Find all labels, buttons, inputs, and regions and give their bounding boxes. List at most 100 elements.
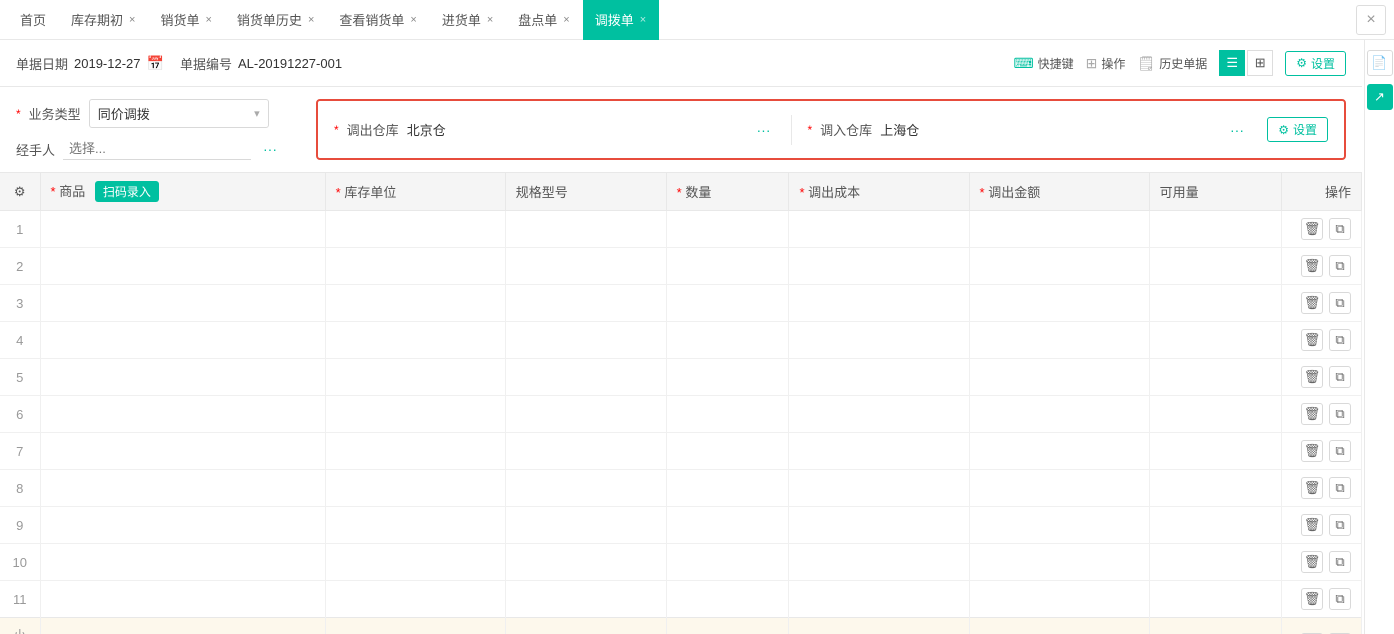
row-unit-10[interactable] <box>325 544 505 581</box>
delete-row-4-button[interactable]: 🗑 <box>1301 329 1323 351</box>
tab-view-sales[interactable]: 查看销货单 × <box>327 0 429 40</box>
row-unit-1[interactable] <box>325 211 505 248</box>
tab-transfer[interactable]: 调拨单 × <box>583 0 659 40</box>
row-cost-5[interactable] <box>789 359 969 396</box>
row-spec-8[interactable] <box>505 470 666 507</box>
sidebar-export-button[interactable]: ↗ <box>1367 84 1393 110</box>
settings-button[interactable]: ⚙ 设置 <box>1285 51 1346 76</box>
row-amount-2[interactable] <box>969 248 1149 285</box>
row-available-9[interactable] <box>1149 507 1281 544</box>
row-product-9[interactable] <box>40 507 325 544</box>
copy-row-6-button[interactable]: ⧉ <box>1329 403 1351 425</box>
calendar-icon[interactable]: 📅 <box>147 55 164 72</box>
row-available-1[interactable] <box>1149 211 1281 248</box>
copy-row-11-button[interactable]: ⧉ <box>1329 588 1351 610</box>
row-product-4[interactable] <box>40 322 325 359</box>
row-cost-10[interactable] <box>789 544 969 581</box>
row-unit-11[interactable] <box>325 581 505 618</box>
tab-stocktake-close[interactable]: × <box>563 14 569 26</box>
row-available-8[interactable] <box>1149 470 1281 507</box>
warehouse-settings-button[interactable]: ⚙ 设置 <box>1267 117 1328 142</box>
tab-home[interactable]: 首页 <box>8 0 59 40</box>
operations-button[interactable]: ⊞ 操作 <box>1086 55 1126 72</box>
row-amount-7[interactable] <box>969 433 1149 470</box>
delete-row-2-button[interactable]: 🗑 <box>1301 255 1323 277</box>
row-qty-5[interactable] <box>666 359 789 396</box>
row-amount-8[interactable] <box>969 470 1149 507</box>
row-product-8[interactable] <box>40 470 325 507</box>
row-qty-3[interactable] <box>666 285 789 322</box>
row-available-7[interactable] <box>1149 433 1281 470</box>
row-cost-4[interactable] <box>789 322 969 359</box>
tab-purchase[interactable]: 进货单 × <box>430 0 506 40</box>
row-product-3[interactable] <box>40 285 325 322</box>
row-product-7[interactable] <box>40 433 325 470</box>
row-available-5[interactable] <box>1149 359 1281 396</box>
row-amount-10[interactable] <box>969 544 1149 581</box>
row-qty-10[interactable] <box>666 544 789 581</box>
out-warehouse-more-button[interactable]: ··· <box>753 122 775 138</box>
copy-row-8-button[interactable]: ⧉ <box>1329 477 1351 499</box>
in-warehouse-more-button[interactable]: ··· <box>1226 122 1248 138</box>
row-available-10[interactable] <box>1149 544 1281 581</box>
row-cost-9[interactable] <box>789 507 969 544</box>
row-qty-6[interactable] <box>666 396 789 433</box>
row-amount-3[interactable] <box>969 285 1149 322</box>
biz-type-select[interactable]: 同价调拨 ▾ <box>89 99 269 128</box>
delete-row-6-button[interactable]: 🗑 <box>1301 403 1323 425</box>
row-spec-2[interactable] <box>505 248 666 285</box>
row-unit-4[interactable] <box>325 322 505 359</box>
tab-sales-order[interactable]: 销货单 × <box>148 0 224 40</box>
row-amount-6[interactable] <box>969 396 1149 433</box>
delete-row-11-button[interactable]: 🗑 <box>1301 588 1323 610</box>
tab-purchase-close[interactable]: × <box>487 14 493 26</box>
table-scroll-area[interactable]: ⚙ * 商品 扫码录入 * 库存单位 规格型号 * 数量 <box>0 173 1362 634</box>
row-available-3[interactable] <box>1149 285 1281 322</box>
list-view-button[interactable]: ☰ <box>1219 50 1245 76</box>
row-qty-2[interactable] <box>666 248 789 285</box>
row-unit-3[interactable] <box>325 285 505 322</box>
grid-view-button[interactable]: ⊞ <box>1247 50 1273 76</box>
row-product-11[interactable] <box>40 581 325 618</box>
row-cost-2[interactable] <box>789 248 969 285</box>
row-cost-6[interactable] <box>789 396 969 433</box>
copy-row-7-button[interactable]: ⧉ <box>1329 440 1351 462</box>
row-cost-11[interactable] <box>789 581 969 618</box>
row-amount-11[interactable] <box>969 581 1149 618</box>
settings-icon[interactable]: ⚙ <box>14 184 26 199</box>
row-amount-9[interactable] <box>969 507 1149 544</box>
row-qty-4[interactable] <box>666 322 789 359</box>
row-cost-7[interactable] <box>789 433 969 470</box>
tab-inventory-init[interactable]: 库存期初 × <box>59 0 148 40</box>
row-spec-1[interactable] <box>505 211 666 248</box>
row-cost-1[interactable] <box>789 211 969 248</box>
tab-stocktake[interactable]: 盘点单 × <box>506 0 582 40</box>
row-spec-4[interactable] <box>505 322 666 359</box>
row-qty-8[interactable] <box>666 470 789 507</box>
tab-transfer-close[interactable]: × <box>640 14 646 26</box>
row-available-2[interactable] <box>1149 248 1281 285</box>
row-spec-5[interactable] <box>505 359 666 396</box>
copy-row-9-button[interactable]: ⧉ <box>1329 514 1351 536</box>
copy-row-3-button[interactable]: ⧉ <box>1329 292 1351 314</box>
delete-row-8-button[interactable]: 🗑 <box>1301 477 1323 499</box>
row-qty-9[interactable] <box>666 507 789 544</box>
tab-sales-order-close[interactable]: × <box>205 14 211 26</box>
row-unit-7[interactable] <box>325 433 505 470</box>
row-spec-11[interactable] <box>505 581 666 618</box>
row-available-6[interactable] <box>1149 396 1281 433</box>
row-unit-5[interactable] <box>325 359 505 396</box>
row-unit-2[interactable] <box>325 248 505 285</box>
delete-row-9-button[interactable]: 🗑 <box>1301 514 1323 536</box>
tab-inventory-init-close[interactable]: × <box>129 14 135 26</box>
row-available-11[interactable] <box>1149 581 1281 618</box>
copy-row-4-button[interactable]: ⧉ <box>1329 329 1351 351</box>
row-spec-10[interactable] <box>505 544 666 581</box>
copy-row-10-button[interactable]: ⧉ <box>1329 551 1351 573</box>
row-unit-9[interactable] <box>325 507 505 544</box>
copy-row-5-button[interactable]: ⧉ <box>1329 366 1351 388</box>
row-product-1[interactable] <box>40 211 325 248</box>
row-amount-5[interactable] <box>969 359 1149 396</box>
delete-row-7-button[interactable]: 🗑 <box>1301 440 1323 462</box>
row-product-2[interactable] <box>40 248 325 285</box>
